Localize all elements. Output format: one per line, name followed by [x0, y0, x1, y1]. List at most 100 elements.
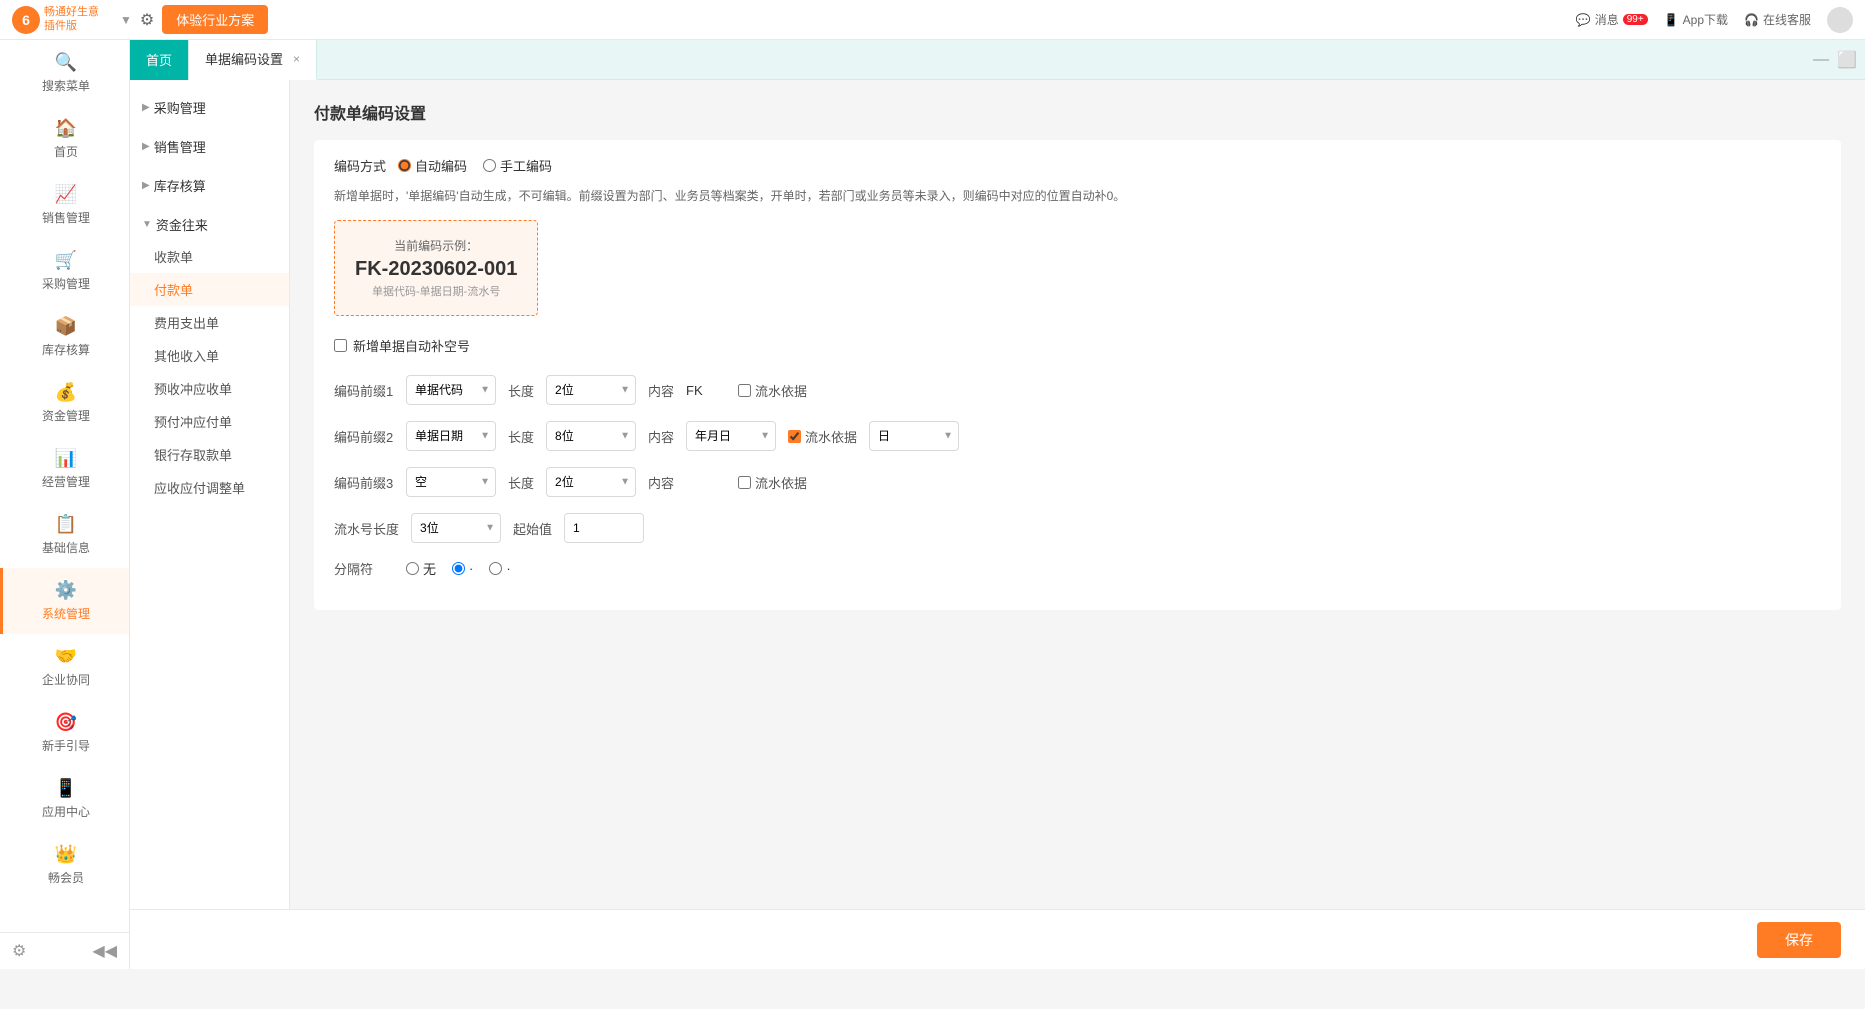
- tab-encoding-settings[interactable]: 单据编码设置 ×: [189, 40, 317, 80]
- sub-item-expense[interactable]: 费用支出单: [130, 306, 289, 339]
- app-logo: 6 畅通好生意 插件版: [12, 6, 112, 34]
- sidebar-item-apps[interactable]: 📱 应用中心: [0, 766, 129, 832]
- prefix1-serial-wrap[interactable]: 流水依据: [738, 381, 807, 400]
- auto-encode-radio[interactable]: [398, 159, 411, 172]
- sep-none-option[interactable]: 无: [406, 559, 436, 578]
- prefix2-date-format-wrap: 年月日 年月 年 ▼: [686, 421, 776, 451]
- logo-icon: 6: [12, 6, 40, 34]
- sidebar-item-system[interactable]: ⚙️ 系统管理: [0, 568, 129, 634]
- prefix1-length-label: 长度: [508, 381, 534, 400]
- prefix3-select[interactable]: 单据代码 单据日期 空 部门 业务员: [406, 467, 496, 497]
- auto-fill-label: 新增单据自动补空号: [353, 336, 470, 355]
- auto-fill-checkbox[interactable]: [334, 339, 347, 352]
- content-panel: 付款单编码设置 编码方式 自动编码 手工编码: [290, 80, 1865, 909]
- sub-group-inventory-title[interactable]: ▶ 库存核算: [130, 170, 289, 201]
- online-service-item[interactable]: 🎧 在线客服: [1744, 11, 1811, 28]
- prefix3-serial-checkbox[interactable]: [738, 476, 751, 489]
- code-example-value: FK-20230602-001: [355, 258, 517, 281]
- prefix1-label: 编码前缀1: [334, 381, 394, 400]
- sub-item-adjustment[interactable]: 应收应付调整单: [130, 471, 289, 504]
- code-example-sub: 单据代码-单据日期-流水号: [372, 283, 500, 299]
- settings-icon[interactable]: ⚙: [140, 10, 154, 30]
- prefix2-serial-label: 流水依据: [805, 427, 857, 446]
- auto-fill-row: 新增单据自动补空号: [334, 336, 1821, 355]
- prefix2-content-label: 内容: [648, 427, 674, 446]
- manual-encode-radio[interactable]: [483, 159, 496, 172]
- prefix3-serial-wrap[interactable]: 流水依据: [738, 473, 807, 492]
- prefix1-serial-checkbox[interactable]: [738, 384, 751, 397]
- tab-maximize-icon[interactable]: ⬜: [1837, 50, 1857, 70]
- prefix2-date-format-select[interactable]: 年月日 年月 年: [686, 421, 776, 451]
- sidebar-item-inventory[interactable]: 📦 库存核算: [0, 304, 129, 370]
- manual-encode-option[interactable]: 手工编码: [483, 156, 552, 175]
- headset-icon: 🎧: [1744, 13, 1759, 27]
- sidebar-item-operations[interactable]: 📊 经营管理: [0, 436, 129, 502]
- settings-bottom-icon[interactable]: ⚙: [12, 941, 26, 961]
- save-button[interactable]: 保存: [1757, 922, 1841, 958]
- sep-dot-option[interactable]: ·: [489, 561, 510, 576]
- sub-group-sales-title[interactable]: ▶ 销售管理: [130, 131, 289, 162]
- sep-dot-radio[interactable]: [489, 562, 502, 575]
- auto-encode-option[interactable]: 自动编码: [398, 156, 467, 175]
- logo-text: 畅通好生意 插件版: [44, 6, 99, 32]
- inventory-icon: 📦: [55, 316, 77, 337]
- prefix2-row: 编码前缀2 单据代码 单据日期 空 部门 业务员 ▼ 长度: [334, 421, 1821, 451]
- tab-close-icon[interactable]: ×: [293, 52, 300, 66]
- separator-radio-group: 无 · ·: [406, 559, 511, 578]
- sub-item-prepaid-receivable[interactable]: 预收冲应收单: [130, 372, 289, 405]
- sidebar-item-basic-info[interactable]: 📋 基础信息: [0, 502, 129, 568]
- chevron-right-icon3: ▶: [142, 180, 150, 191]
- prefix2-select[interactable]: 单据代码 单据日期 空 部门 业务员: [406, 421, 496, 451]
- sub-group-purchase: ▶ 采购管理: [130, 88, 289, 127]
- trial-button[interactable]: 体验行业方案: [162, 5, 268, 34]
- guide-icon: 🎯: [55, 712, 77, 733]
- sidebar-item-search[interactable]: 🔍 搜索菜单: [0, 40, 129, 106]
- tab-minimize-icon[interactable]: —: [1813, 51, 1829, 69]
- serial-length-select[interactable]: 3位 4位 5位 6位: [411, 513, 501, 543]
- sub-item-payment[interactable]: 付款单: [130, 273, 289, 306]
- sidebar-item-home[interactable]: 🏠 首页: [0, 106, 129, 172]
- sep-none-radio[interactable]: [406, 562, 419, 575]
- chevron-right-icon2: ▶: [142, 141, 150, 152]
- user-avatar[interactable]: [1827, 7, 1853, 33]
- sidebar-item-guide[interactable]: 🎯 新手引导: [0, 700, 129, 766]
- app-download-item[interactable]: 📱 App下载: [1664, 11, 1728, 28]
- prefix2-serial-checkbox[interactable]: [788, 430, 801, 443]
- sidebar-item-membership[interactable]: 👑 畅会员: [0, 832, 129, 898]
- prefix2-serial-unit-select[interactable]: 日 月 年: [869, 421, 959, 451]
- sub-item-other-income[interactable]: 其他收入单: [130, 339, 289, 372]
- message-badge: 99+: [1623, 14, 1648, 25]
- sidebar: 🔍 搜索菜单 🏠 首页 📈 销售管理 🛒 采购管理 📦 库存核算 💰 资: [0, 40, 130, 969]
- prefix1-length-select[interactable]: 2位 4位 6位: [546, 375, 636, 405]
- separator-row: 分隔符 无 · ·: [334, 559, 1821, 578]
- sep-dash-option[interactable]: ·: [452, 561, 473, 576]
- encoding-method-label: 编码方式: [334, 156, 386, 175]
- prefix2-length-select[interactable]: 2位 4位 6位 8位: [546, 421, 636, 451]
- sub-group-purchase-title[interactable]: ▶ 采购管理: [130, 92, 289, 123]
- search-icon: 🔍: [55, 52, 77, 73]
- sidebar-item-purchase[interactable]: 🛒 采购管理: [0, 238, 129, 304]
- message-item[interactable]: 💬 消息 99+: [1576, 11, 1648, 28]
- prefix3-length-select[interactable]: 2位 4位 6位: [546, 467, 636, 497]
- sub-group-capital-title[interactable]: ▼ 资金往来: [130, 209, 289, 240]
- sub-item-prepaid-payable[interactable]: 预付冲应付单: [130, 405, 289, 438]
- prefix1-content-label: 内容: [648, 381, 674, 400]
- prefix1-select[interactable]: 单据代码 单据日期 空 部门 业务员: [406, 375, 496, 405]
- prefix1-serial-label: 流水依据: [755, 381, 807, 400]
- start-value-input[interactable]: [564, 513, 644, 543]
- sep-dash-radio[interactable]: [452, 562, 465, 575]
- sidebar-item-sales[interactable]: 📈 销售管理: [0, 172, 129, 238]
- sidebar-item-finance[interactable]: 💰 资金管理: [0, 370, 129, 436]
- prefix2-serial-wrap[interactable]: 流水依据: [788, 427, 857, 446]
- topbar-dropdown-arrow[interactable]: ▼: [120, 13, 132, 27]
- sidebar-item-enterprise[interactable]: 🤝 企业协同: [0, 634, 129, 700]
- collapse-icon[interactable]: ◀◀: [92, 941, 117, 961]
- serial-row: 流水号长度 3位 4位 5位 6位 ▼ 起始值: [334, 513, 1821, 543]
- page-title: 付款单编码设置: [314, 100, 1841, 124]
- sub-item-bank[interactable]: 银行存取款单: [130, 438, 289, 471]
- sub-item-receipt[interactable]: 收款单: [130, 240, 289, 273]
- enterprise-icon: 🤝: [55, 646, 77, 667]
- sub-group-sales: ▶ 销售管理: [130, 127, 289, 166]
- tab-home[interactable]: 首页: [130, 40, 189, 80]
- code-example-label: 当前编码示例：: [394, 237, 478, 254]
